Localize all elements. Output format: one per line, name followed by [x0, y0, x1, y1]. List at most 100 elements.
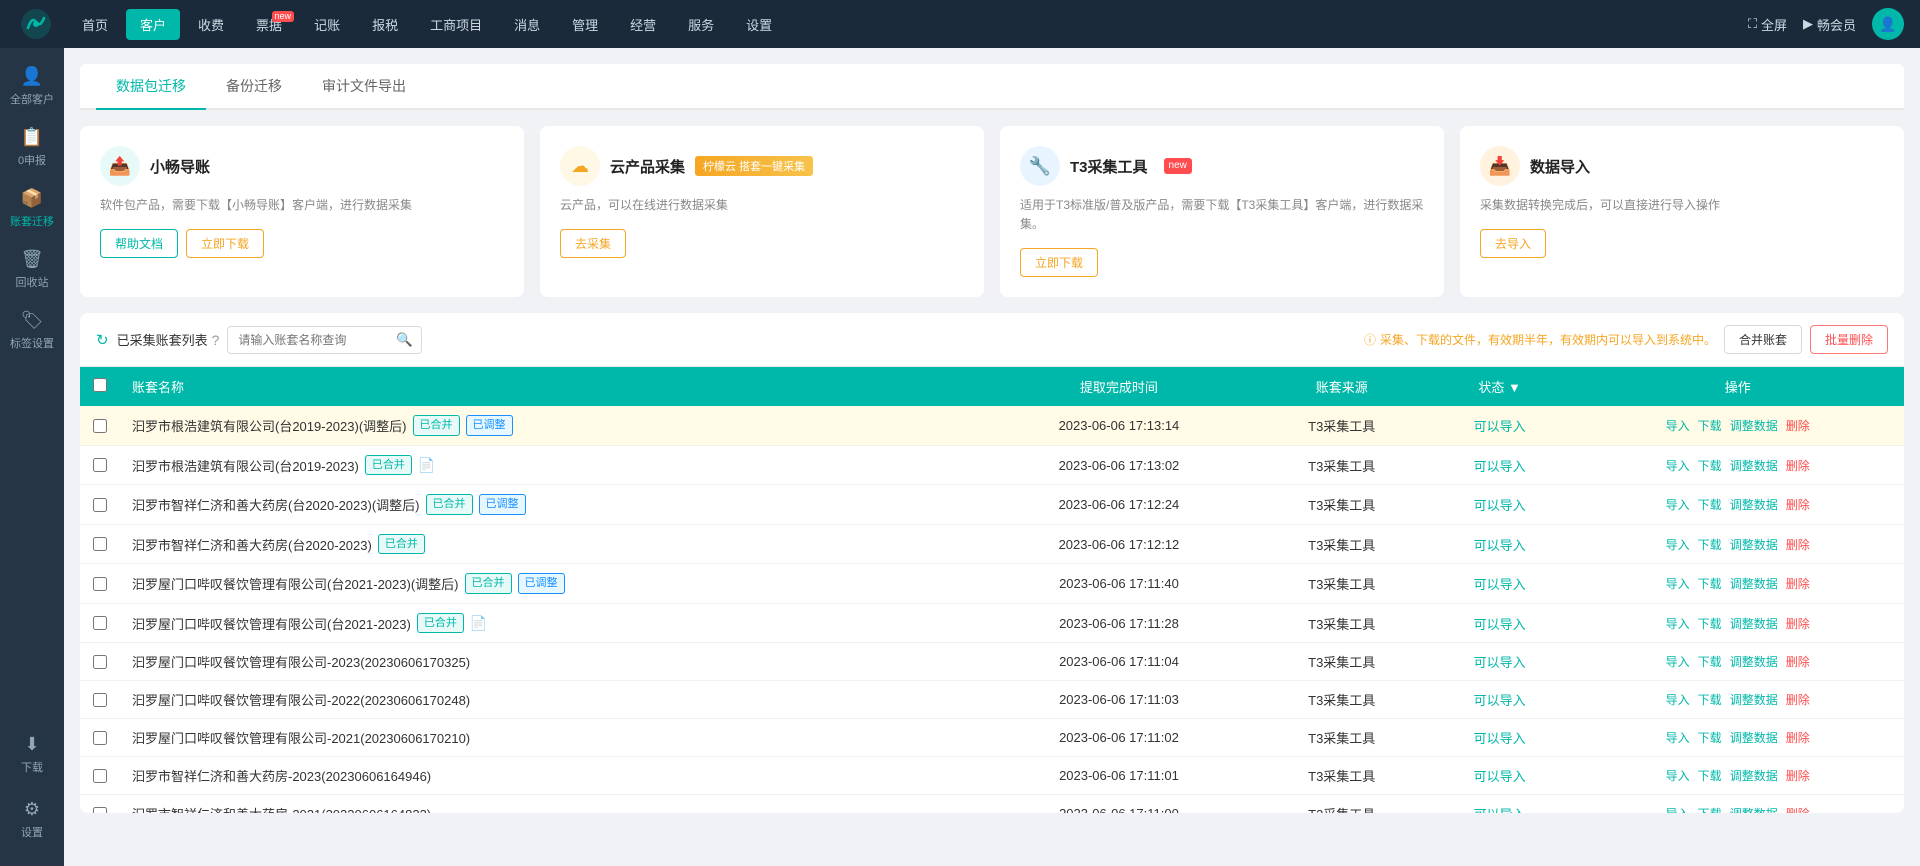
status-text: 可以导入 [1474, 459, 1526, 474]
merge-button[interactable]: 合并账套 [1724, 325, 1802, 354]
sidebar-item-标签设置[interactable]: 🏷标签设置 [6, 300, 58, 361]
row-checkbox[interactable] [93, 769, 107, 783]
row-action-导入[interactable]: 导入 [1662, 459, 1694, 473]
card-icon: 🔧 [1020, 146, 1060, 186]
row-action-调整数据[interactable]: 调整数据 [1726, 498, 1782, 512]
row-action-导入[interactable]: 导入 [1662, 807, 1694, 813]
row-action-调整数据[interactable]: 调整数据 [1726, 655, 1782, 669]
member-button[interactable]: ▶ 畅会员 [1803, 15, 1856, 34]
row-checkbox[interactable] [93, 498, 107, 512]
row-action-调整数据[interactable]: 调整数据 [1726, 807, 1782, 813]
nav-badge-new: new [272, 11, 295, 22]
row-action-删除[interactable]: 删除 [1782, 769, 1814, 783]
row-action-导入[interactable]: 导入 [1662, 419, 1694, 433]
fullscreen-button[interactable]: ⛶ 全屏 [1748, 15, 1787, 34]
nav-item-收费[interactable]: 收费 [184, 9, 238, 40]
batch-delete-button[interactable]: 批量删除 [1810, 325, 1888, 354]
status-text: 可以导入 [1474, 769, 1526, 784]
row-action-下载[interactable]: 下载 [1694, 419, 1726, 433]
card-action-立即下载[interactable]: 立即下载 [186, 229, 264, 258]
row-action-删除[interactable]: 删除 [1782, 419, 1814, 433]
row-action-删除[interactable]: 删除 [1782, 538, 1814, 552]
cell-source: T3采集工具 [1256, 681, 1428, 719]
nav-item-报税[interactable]: 报税 [358, 9, 412, 40]
tab-备份迁移[interactable]: 备份迁移 [206, 64, 302, 110]
row-action-删除[interactable]: 删除 [1782, 655, 1814, 669]
row-action-导入[interactable]: 导入 [1662, 731, 1694, 745]
row-action-删除[interactable]: 删除 [1782, 577, 1814, 591]
row-action-删除[interactable]: 删除 [1782, 693, 1814, 707]
row-checkbox[interactable] [93, 419, 107, 433]
row-action-下载[interactable]: 下载 [1694, 655, 1726, 669]
row-action-导入[interactable]: 导入 [1662, 577, 1694, 591]
row-action-下载[interactable]: 下载 [1694, 538, 1726, 552]
row-action-调整数据[interactable]: 调整数据 [1726, 617, 1782, 631]
cell-status: 可以导入 [1428, 406, 1572, 445]
row-action-调整数据[interactable]: 调整数据 [1726, 419, 1782, 433]
nav-item-服务[interactable]: 服务 [674, 9, 728, 40]
card-action-帮助文档[interactable]: 帮助文档 [100, 229, 178, 258]
nav-item-经营[interactable]: 经营 [616, 9, 670, 40]
row-checkbox[interactable] [93, 577, 107, 591]
tab-数据包迁移[interactable]: 数据包迁移 [96, 64, 206, 110]
row-action-导入[interactable]: 导入 [1662, 498, 1694, 512]
row-action-调整数据[interactable]: 调整数据 [1726, 577, 1782, 591]
app-logo[interactable] [16, 4, 56, 44]
card-action-立即下载[interactable]: 立即下载 [1020, 248, 1098, 277]
row-action-调整数据[interactable]: 调整数据 [1726, 459, 1782, 473]
sidebar-item-账套迁移[interactable]: 📦账套迁移 [6, 178, 58, 239]
row-action-下载[interactable]: 下载 [1694, 807, 1726, 813]
select-all-checkbox[interactable] [93, 378, 107, 392]
row-checkbox[interactable] [93, 458, 107, 472]
nav-item-票据[interactable]: 票据new [242, 9, 296, 40]
row-checkbox[interactable] [93, 616, 107, 630]
row-checkbox[interactable] [93, 731, 107, 745]
sidebar-bottom-下载[interactable]: ⬇下载 [0, 724, 64, 785]
cell-actions: 导入下载调整数据删除 [1571, 524, 1904, 564]
sidebar-item-0申报[interactable]: 📋0申报 [6, 117, 58, 178]
row-checkbox[interactable] [93, 537, 107, 551]
sidebar-bottom-设置[interactable]: ⚙设置 [0, 789, 64, 850]
row-action-导入[interactable]: 导入 [1662, 617, 1694, 631]
row-action-删除[interactable]: 删除 [1782, 731, 1814, 745]
row-action-删除[interactable]: 删除 [1782, 498, 1814, 512]
row-action-删除[interactable]: 删除 [1782, 459, 1814, 473]
row-action-导入[interactable]: 导入 [1662, 693, 1694, 707]
row-action-导入[interactable]: 导入 [1662, 769, 1694, 783]
nav-item-消息[interactable]: 消息 [500, 9, 554, 40]
user-avatar[interactable]: 👤 [1872, 8, 1904, 40]
row-action-调整数据[interactable]: 调整数据 [1726, 693, 1782, 707]
row-checkbox[interactable] [93, 807, 107, 814]
tab-审计文件导出[interactable]: 审计文件导出 [302, 64, 426, 110]
row-checkbox[interactable] [93, 655, 107, 669]
search-input[interactable] [228, 328, 388, 352]
row-action-导入[interactable]: 导入 [1662, 655, 1694, 669]
nav-item-首页[interactable]: 首页 [68, 9, 122, 40]
nav-item-设置[interactable]: 设置 [732, 9, 786, 40]
nav-item-工商项目[interactable]: 工商项目 [416, 9, 496, 40]
sidebar-item-全部客户[interactable]: 👤全部客户 [6, 56, 58, 117]
nav-item-管理[interactable]: 管理 [558, 9, 612, 40]
nav-item-记账[interactable]: 记账 [300, 9, 354, 40]
row-action-下载[interactable]: 下载 [1694, 693, 1726, 707]
row-action-删除[interactable]: 删除 [1782, 617, 1814, 631]
card-action-去导入[interactable]: 去导入 [1480, 229, 1546, 258]
row-action-删除[interactable]: 删除 [1782, 807, 1814, 813]
card-action-去采集[interactable]: 去采集 [560, 229, 626, 258]
row-action-下载[interactable]: 下载 [1694, 617, 1726, 631]
search-button[interactable]: 🔍 [388, 327, 421, 353]
refresh-icon[interactable]: ↻ [96, 331, 109, 349]
nav-item-客户[interactable]: 客户 [126, 9, 180, 40]
row-action-下载[interactable]: 下载 [1694, 769, 1726, 783]
row-action-导入[interactable]: 导入 [1662, 538, 1694, 552]
sidebar-item-回收站[interactable]: 🗑回收站 [6, 239, 58, 300]
row-action-下载[interactable]: 下载 [1694, 459, 1726, 473]
cell-actions: 导入下载调整数据删除 [1571, 406, 1904, 445]
row-action-下载[interactable]: 下载 [1694, 498, 1726, 512]
row-checkbox[interactable] [93, 693, 107, 707]
row-action-下载[interactable]: 下载 [1694, 731, 1726, 745]
row-action-调整数据[interactable]: 调整数据 [1726, 731, 1782, 745]
row-action-下载[interactable]: 下载 [1694, 577, 1726, 591]
row-action-调整数据[interactable]: 调整数据 [1726, 538, 1782, 552]
row-action-调整数据[interactable]: 调整数据 [1726, 769, 1782, 783]
